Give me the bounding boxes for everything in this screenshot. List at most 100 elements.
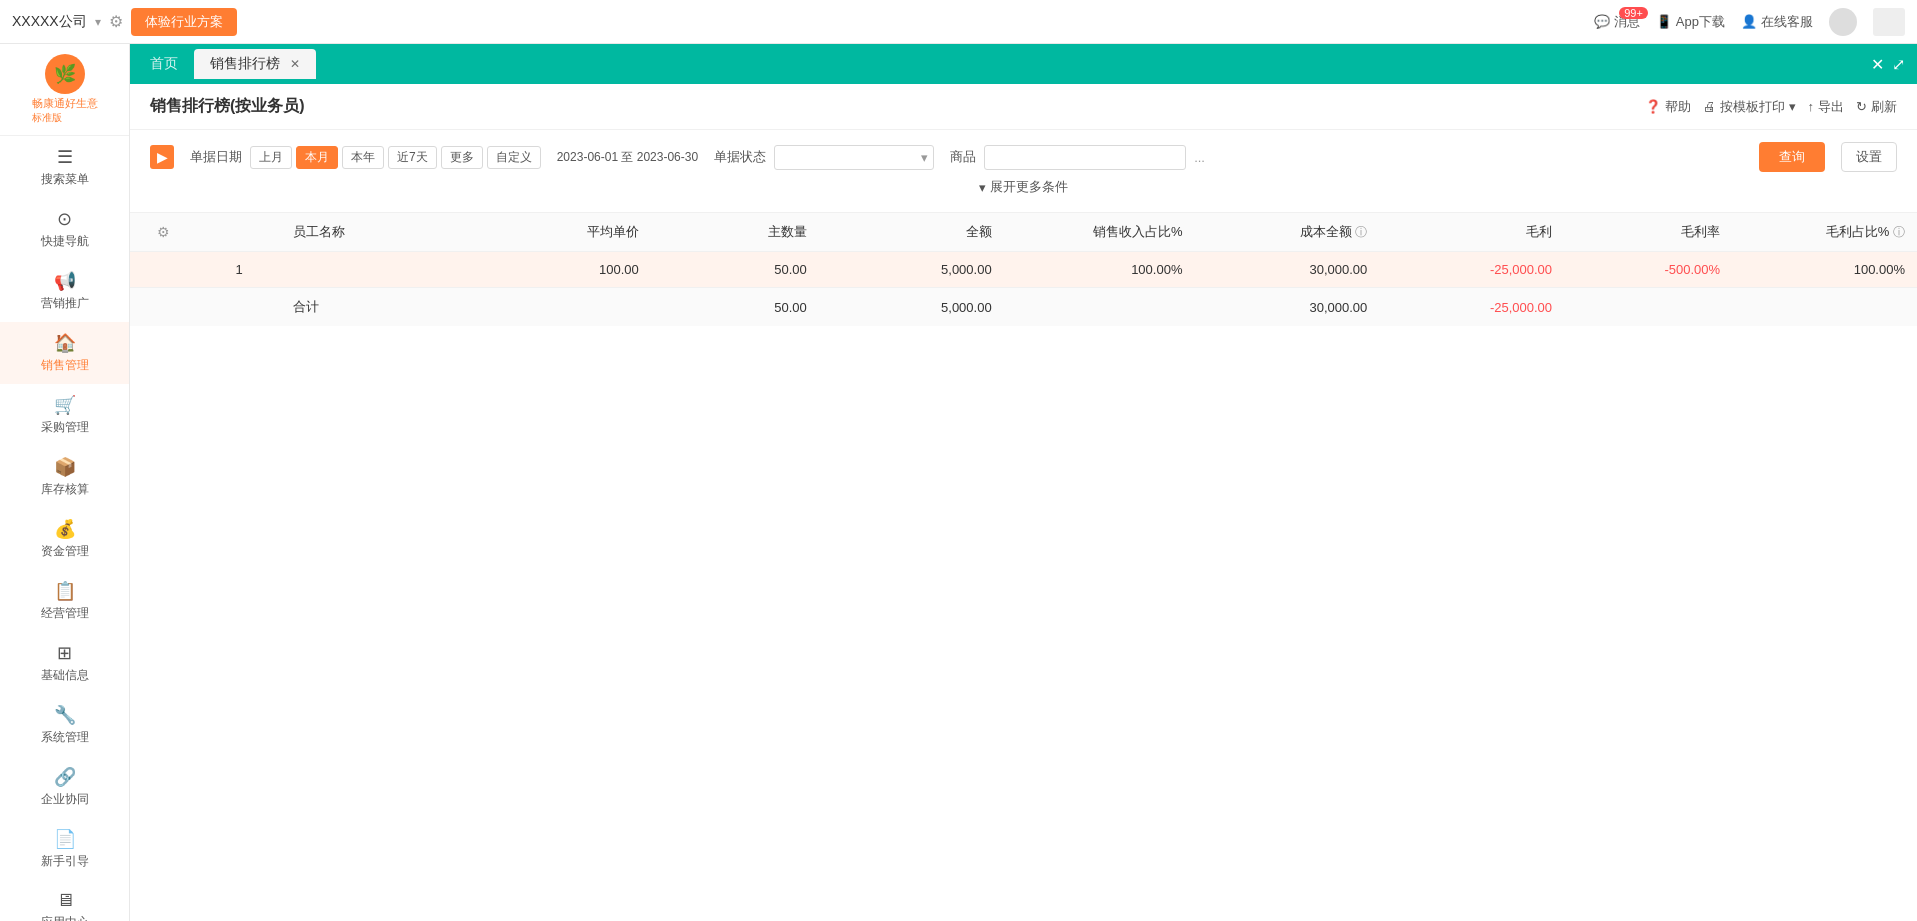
tab-close-icon[interactable]: ✕ [290,57,300,71]
finance-icon: 💰 [54,518,76,540]
status-filter: 单据状态 [714,145,934,170]
filter-row: ▶ 单据日期 上月 本月 本年 近7天 更多 自定义 2023-06 [150,142,1897,172]
sidebar-item-finance[interactable]: 💰 资金管理 [0,508,129,570]
col-avg-header: 平均单价 [483,213,651,252]
online-service-button[interactable]: 👤 在线客服 [1741,13,1813,31]
print-dropdown-icon: ▾ [1789,99,1796,114]
status-select[interactable] [774,145,934,170]
status-filter-label: 单据状态 [714,148,766,166]
inventory-icon: 📦 [54,456,76,478]
footer-gross-rate-cell [1564,288,1732,327]
footer-gross-cell: -25,000.00 [1379,288,1564,327]
goods-more-button[interactable]: ... [1194,150,1205,165]
goods-input[interactable] [984,145,1186,170]
sidebar-item-purchase[interactable]: 🛒 采购管理 [0,384,129,446]
top-bar-right: 💬 消息 99+ 📱 App下载 👤 在线客服 [1594,8,1905,36]
page-header-actions: ❓ 帮助 🖨 按模板打印 ▾ ↑ 导出 ↻ 刷新 [1645,98,1898,128]
top-bar: XXXXX公司 ▾ ⚙ 体验行业方案 💬 消息 99+ 📱 App下载 👤 在线… [0,0,1917,44]
footer-cost-cell: 30,000.00 [1194,288,1379,327]
sidebar-item-system[interactable]: 🔧 系统管理 [0,694,129,756]
table-wrap: ⚙ 员工名称 平均单价 主数量 [130,213,1917,921]
sidebar-item-basic[interactable]: ⊞ 基础信息 [0,632,129,694]
filter-toggle-button[interactable]: ▶ [150,145,174,169]
query-button[interactable]: 查询 [1759,142,1825,172]
col-gross-rate-header: 毛利率 [1564,213,1732,252]
goods-filter: 商品 ... [950,145,1205,170]
system-icon: 🔧 [54,704,76,726]
date-btn-7days[interactable]: 近7天 [388,146,437,169]
fullscreen-icon[interactable]: ⤢ [1892,55,1905,74]
message-badge: 99+ [1619,7,1648,19]
col-settings-header[interactable]: ⚙ [130,213,197,252]
col-qty-header: 主数量 [651,213,819,252]
sidebar-item-marketing[interactable]: 📢 营销推广 [0,260,129,322]
sidebar-item-search[interactable]: ☰ 搜索菜单 [0,136,129,198]
tab-home[interactable]: 首页 [134,49,194,79]
tab-bar: 首页 销售排行榜 ✕ ✕ ⤢ [130,44,1917,84]
print-icon: 🖨 [1703,99,1716,114]
trial-button[interactable]: 体验行业方案 [131,8,237,36]
service-label: 在线客服 [1761,13,1813,31]
expand-conditions-button[interactable]: ▾ 展开更多条件 [150,172,1897,200]
col-sales-pct-header: 销售收入占比% [1004,213,1195,252]
goods-filter-label: 商品 [950,148,976,166]
date-btn-this-month[interactable]: 本月 [296,146,338,169]
operations-icon: 📋 [54,580,76,602]
marketing-icon: 📢 [54,270,76,292]
tab-sales-rank[interactable]: 销售排行榜 ✕ [194,49,316,79]
message-button[interactable]: 💬 消息 99+ [1594,13,1640,31]
col-rank-header [197,213,281,252]
sidebar-item-inventory[interactable]: 📦 库存核算 [0,446,129,508]
footer-sales-pct-cell [1004,288,1195,327]
sidebar-item-appstore[interactable]: 🖥 应用中心 [0,880,129,921]
refresh-button[interactable]: ↻ 刷新 [1856,98,1897,116]
close-all-tabs-icon[interactable]: ✕ [1871,55,1884,74]
date-btn-this-year[interactable]: 本年 [342,146,384,169]
row-gross-pct-cell: 100.00% [1732,252,1917,288]
sidebar-item-operations[interactable]: 📋 经营管理 [0,570,129,632]
footer-rank-cell [197,288,281,327]
table-header-row: ⚙ 员工名称 平均单价 主数量 [130,213,1917,252]
date-filter: 单据日期 上月 本月 本年 近7天 更多 自定义 [190,146,541,169]
topbar-settings-icon[interactable]: ⚙ [109,12,123,31]
settings-button[interactable]: 设置 [1841,142,1897,172]
footer-avg-cell [483,288,651,327]
app-icon: 📱 [1656,14,1672,29]
app-label: App下载 [1676,13,1725,31]
row-rank-cell: 1 [197,252,281,288]
col-name-header: 员工名称 [281,213,483,252]
avatar[interactable] [1829,8,1857,36]
app-download-button[interactable]: 📱 App下载 [1656,13,1725,31]
sidebar: 🌿 畅康通好生意 标准版 ☰ 搜索菜单 ⊙ 快捷导航 📢 营销推广 🏠 销售管 [0,44,130,921]
purchase-icon: 🛒 [54,394,76,416]
sidebar-logo: 🌿 畅康通好生意 标准版 [0,44,129,136]
print-button[interactable]: 🖨 按模板打印 ▾ [1703,98,1796,116]
date-btn-last-month[interactable]: 上月 [250,146,292,169]
row-cost-cell: 30,000.00 [1194,252,1379,288]
date-btn-more[interactable]: 更多 [441,146,483,169]
table-settings-icon[interactable]: ⚙ [157,224,170,240]
col-gross-header: 毛利 [1379,213,1564,252]
col-gross-pct-header: 毛利占比% ⓘ [1732,213,1917,252]
sidebar-item-guide[interactable]: 📄 新手引导 [0,818,129,880]
row-gross-cell: -25,000.00 [1379,252,1564,288]
gross-pct-help-icon[interactable]: ⓘ [1893,225,1905,239]
tab-bar-right: ✕ ⤢ [1871,55,1913,74]
row-amount-cell: 5,000.00 [819,252,1004,288]
table-row: 1 100.00 50.00 [130,252,1917,288]
sidebar-item-shortcut[interactable]: ⊙ 快捷导航 [0,198,129,260]
row-name-cell [281,252,483,288]
company-dropdown-icon[interactable]: ▾ [95,15,101,29]
footer-amount-cell: 5,000.00 [819,288,1004,327]
cost-help-icon[interactable]: ⓘ [1355,225,1367,239]
help-button[interactable]: ❓ 帮助 [1645,98,1691,116]
sidebar-item-collab[interactable]: 🔗 企业协同 [0,756,129,818]
sidebar-item-sales[interactable]: 🏠 销售管理 [0,322,129,384]
export-button[interactable]: ↑ 导出 [1808,98,1845,116]
page-content: 销售排行榜(按业务员) ❓ 帮助 🖨 按模板打印 ▾ ↑ 导出 [130,84,1917,921]
row-avg-cell: 100.00 [483,252,651,288]
date-quick-btns: 上月 本月 本年 近7天 更多 自定义 [250,146,541,169]
date-btn-custom[interactable]: 自定义 [487,146,541,169]
page-title: 销售排行榜(按业务员) [150,96,305,129]
row-gross-rate-cell: -500.00% [1564,252,1732,288]
